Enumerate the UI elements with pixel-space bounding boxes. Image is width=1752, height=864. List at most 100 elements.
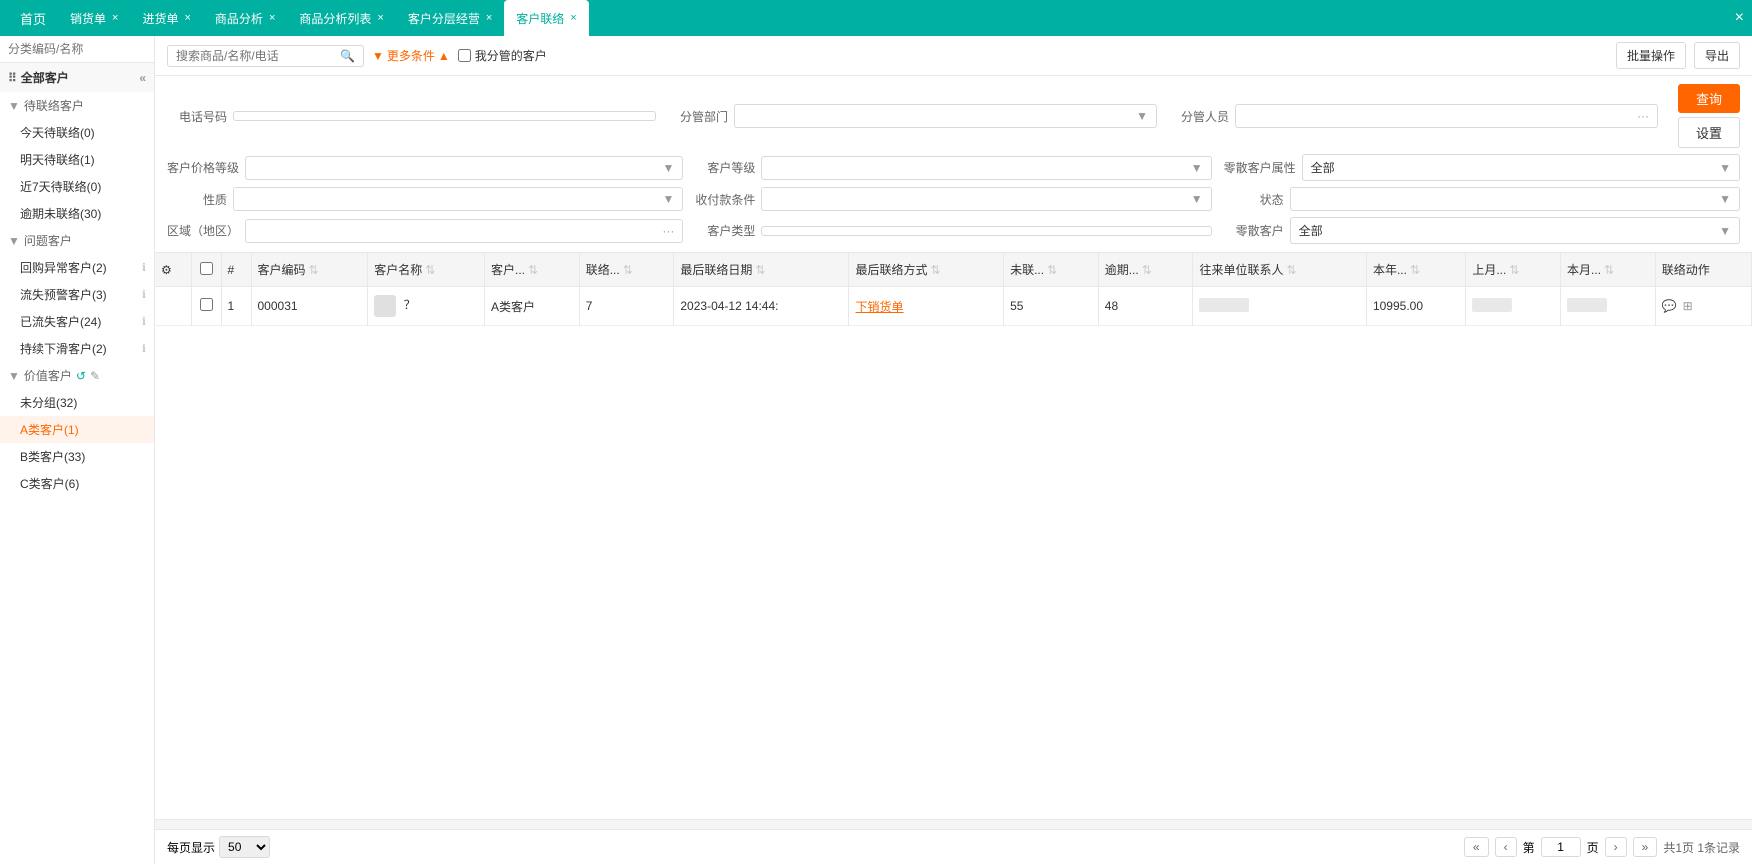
filter-icon: ▼	[372, 49, 384, 63]
sidebar-item-today[interactable]: 今天待联络(0)	[0, 119, 154, 146]
sidebar-item-churned[interactable]: 已流失客户(24) ℹ	[0, 308, 154, 335]
edit-icon[interactable]: ✎	[90, 369, 100, 383]
settings-btn[interactable]: 设置	[1678, 117, 1740, 148]
filter-row-3: 性质 ▼ 收付款条件 ▼ 状态 ▼	[167, 187, 1740, 211]
filter-price-level: 客户价格等级 ▼	[167, 156, 683, 180]
all-customers-header[interactable]: ⠿ 全部客户 «	[0, 63, 154, 92]
cust-level-label: 客户等级	[695, 159, 755, 176]
sidebar-collapse-btn[interactable]: «	[139, 71, 146, 85]
area-ellipsis[interactable]: ···	[662, 224, 674, 238]
last-page-btn[interactable]: »	[1633, 837, 1658, 857]
price-input[interactable]: ▼	[245, 156, 683, 180]
export-btn[interactable]: 导出	[1694, 42, 1740, 69]
filter-search-icon[interactable]: 🔍	[340, 49, 355, 63]
sidebar-item-class-a[interactable]: A类客户(1)	[0, 416, 154, 443]
sidebar-item-overdue[interactable]: 逾期未联络(30)	[0, 200, 154, 227]
more-conditions-btn[interactable]: ▼ 更多条件 ▲	[372, 47, 450, 64]
close-tab-0[interactable]: ×	[112, 12, 118, 24]
sort-icon-contact[interactable]: ⇅	[623, 263, 633, 277]
nav-tab-4[interactable]: 客户分层经营 ×	[396, 0, 504, 36]
close-tab-1[interactable]: ×	[184, 12, 190, 24]
td-code[interactable]: 000031	[251, 287, 368, 326]
sort-icon-name[interactable]: ⇅	[425, 263, 435, 277]
triangle-icon-2: ▼	[8, 234, 20, 248]
sort-icon-code[interactable]: ⇅	[309, 263, 319, 277]
dept-input[interactable]: ▼	[734, 104, 1157, 128]
sidebar-item-class-b[interactable]: B类客户(33)	[0, 443, 154, 470]
th-action: 联络动作	[1655, 253, 1751, 287]
sidebar-item-class-c[interactable]: C类客户(6)	[0, 470, 154, 497]
next-page-btn[interactable]: ›	[1605, 837, 1627, 857]
close-tab-4[interactable]: ×	[486, 12, 492, 24]
nav-home[interactable]: 首页	[8, 9, 58, 28]
chat-icon[interactable]: 💬	[1662, 299, 1677, 313]
sort-icon-lmonth[interactable]: ⇅	[1509, 263, 1519, 277]
cust-level-input[interactable]: ▼	[761, 156, 1211, 180]
sort-icon-date[interactable]: ⇅	[755, 263, 765, 277]
group-problem-customers[interactable]: ▼ 问题客户	[0, 227, 154, 254]
retail-attr-input[interactable]: 全部▼	[1302, 154, 1740, 181]
close-tab-5[interactable]: ×	[570, 12, 576, 24]
close-window[interactable]: ×	[1735, 9, 1744, 27]
last-method-link[interactable]: 下销货单	[855, 300, 903, 314]
td-last-month	[1466, 287, 1561, 326]
sort-icon-overdue[interactable]: ⇅	[1142, 263, 1152, 277]
nav-tab-2[interactable]: 商品分析 ×	[203, 0, 287, 36]
area-input[interactable]: ···	[245, 219, 683, 243]
sidebar-search-input[interactable]	[8, 42, 155, 56]
batch-operation-btn[interactable]: 批量操作	[1616, 42, 1686, 69]
status-input[interactable]: ▼	[1290, 187, 1740, 211]
sort-icon-not-contacted[interactable]: ⇅	[1047, 263, 1057, 277]
group-pending-contact[interactable]: ▼ 待联络客户	[0, 92, 154, 119]
select-all-checkbox[interactable]	[200, 262, 213, 275]
td-overdue: 48	[1098, 287, 1193, 326]
sidebar-item-tomorrow[interactable]: 明天待联络(1)	[0, 146, 154, 173]
staff-ellipsis[interactable]: ···	[1637, 109, 1649, 123]
th-this-month: 本月...⇅	[1561, 253, 1656, 287]
first-page-btn[interactable]: «	[1464, 837, 1489, 857]
settings-icon[interactable]: ⚙	[161, 263, 172, 277]
main-layout: 🔍 ⠿ 全部客户 « ▼ 待联络客户 今天待联络(0) 明天待联络(1) 近7天…	[0, 36, 1752, 864]
filter-row-2: 客户价格等级 ▼ 客户等级 ▼ 零散客户属性 全部▼	[167, 154, 1740, 181]
sidebar-item-unclassified[interactable]: 未分组(32)	[0, 389, 154, 416]
sidebar-item-repurchase-abnormal[interactable]: 回购异常客户(2) ℹ	[0, 254, 154, 281]
payment-input[interactable]: ▼	[761, 187, 1211, 211]
payment-arrow: ▼	[1191, 192, 1203, 206]
nav-tab-0[interactable]: 销货单 ×	[58, 0, 130, 36]
prev-page-btn[interactable]: ‹	[1495, 837, 1517, 857]
close-tab-2[interactable]: ×	[269, 12, 275, 24]
close-tab-3[interactable]: ×	[377, 12, 383, 24]
sort-icon-level[interactable]: ⇅	[528, 263, 538, 277]
refresh-icon[interactable]: ↺	[76, 369, 86, 383]
phone-input[interactable]	[233, 111, 656, 121]
group-value-customers[interactable]: ▼ 价值客户 ↺ ✎	[0, 362, 154, 389]
td-settings	[155, 287, 191, 326]
sort-icon-tmonth[interactable]: ⇅	[1604, 263, 1614, 277]
row-checkbox-1[interactable]	[200, 298, 213, 311]
nature-input[interactable]: ▼	[233, 187, 683, 211]
horizontal-scrollbar[interactable]	[155, 819, 1752, 829]
page-number-input[interactable]	[1541, 837, 1581, 857]
nav-tab-5[interactable]: 客户联络 ×	[504, 0, 588, 36]
cust-type-input[interactable]	[761, 226, 1211, 236]
payment-label: 收付款条件	[695, 191, 755, 208]
my-customer-checkbox[interactable]	[458, 49, 471, 62]
query-btn[interactable]: 查询	[1678, 84, 1740, 113]
bottom-bar: 每页显示 50 100 200 « ‹ 第 页 › » 共1页 1条记录	[155, 829, 1752, 864]
nav-tab-3[interactable]: 商品分析列表 ×	[287, 0, 395, 36]
sort-icon-method[interactable]: ⇅	[931, 263, 941, 277]
more-icon[interactable]: ⊞	[1683, 299, 1693, 313]
nav-tab-1[interactable]: 进货单 ×	[130, 0, 202, 36]
sort-icon-company[interactable]: ⇅	[1286, 263, 1296, 277]
price-arrow: ▼	[662, 161, 674, 175]
per-page-select[interactable]: 50 100 200	[219, 836, 270, 858]
filter-search-input[interactable]	[176, 49, 336, 63]
sidebar-item-churn-warning[interactable]: 流失预警客户(3) ℹ	[0, 281, 154, 308]
retail-cust-input[interactable]: 全部▼	[1290, 217, 1740, 244]
sidebar-item-declining[interactable]: 持续下滑客户(2) ℹ	[0, 335, 154, 362]
sort-icon-year[interactable]: ⇅	[1410, 263, 1420, 277]
staff-input[interactable]: ···	[1235, 104, 1658, 128]
th-company-contact: 往来单位联系人⇅	[1193, 253, 1367, 287]
th-checkbox	[191, 253, 221, 287]
sidebar-item-7days[interactable]: 近7天待联络(0)	[0, 173, 154, 200]
